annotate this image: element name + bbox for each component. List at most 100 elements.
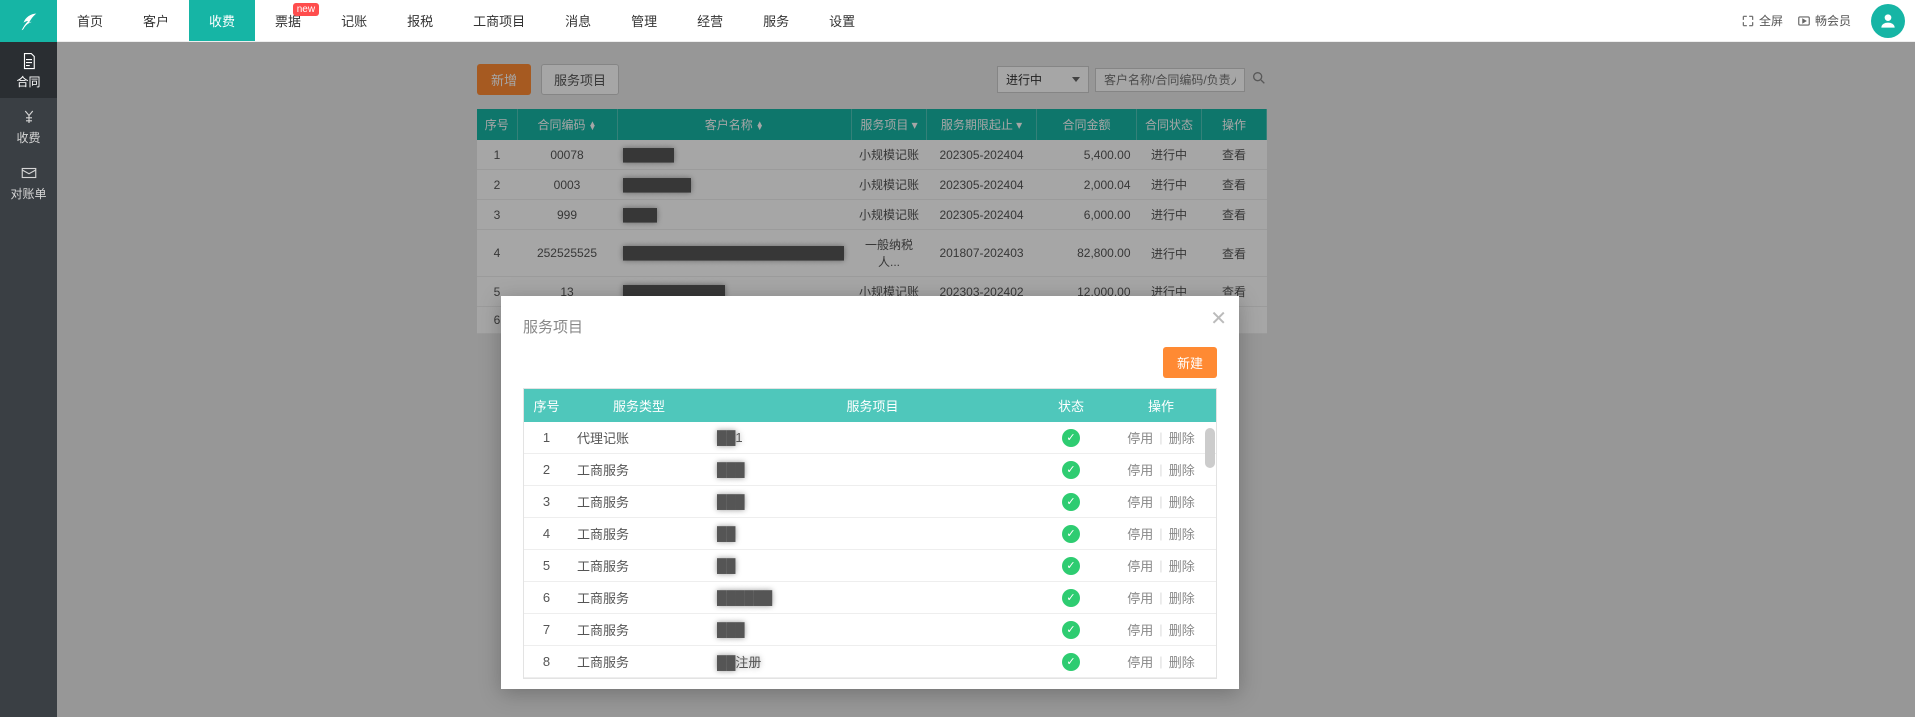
cell-op: 停用|删除 <box>1106 454 1216 486</box>
new-button[interactable]: 新建 <box>1163 347 1217 378</box>
cell-seq: 6 <box>524 582 569 614</box>
table-row: 2工商服务███✓停用|删除 <box>524 454 1216 486</box>
sidebar-item-charge[interactable]: 收费 <box>0 98 57 154</box>
disable-link[interactable]: 停用 <box>1127 620 1153 639</box>
scroll-thumb[interactable] <box>1205 428 1215 468</box>
close-icon[interactable]: ✕ <box>1210 306 1227 331</box>
cell-seq: 2 <box>524 454 569 486</box>
cell-type: 工商服务 <box>569 454 709 486</box>
cell-type: 工商服务 <box>569 582 709 614</box>
nav-label: 首页 <box>77 11 103 30</box>
delete-link[interactable]: 删除 <box>1169 556 1195 575</box>
nav-label: 收费 <box>209 11 235 30</box>
cell-seq: 8 <box>524 646 569 678</box>
nav-charge[interactable]: 收费 <box>189 0 255 41</box>
table-row: 6工商服务██████✓停用|删除 <box>524 582 1216 614</box>
cell-item: ██注册 <box>709 646 1036 678</box>
app-logo[interactable] <box>0 0 57 42</box>
sidebar-item-label: 合同 <box>16 73 40 90</box>
nav-manage[interactable]: 管理 <box>611 0 677 41</box>
cell-type: 工商服务 <box>569 614 709 646</box>
mcol-seq: 序号 <box>524 389 569 422</box>
cell-status: ✓ <box>1036 518 1106 550</box>
cell-seq: 5 <box>524 550 569 582</box>
nav-operate[interactable]: 经营 <box>677 0 743 41</box>
nav-label: 消息 <box>565 11 591 30</box>
cell-type: 工商服务 <box>569 486 709 518</box>
delete-link[interactable]: 删除 <box>1169 652 1195 671</box>
nav-label: 工商项目 <box>473 11 525 30</box>
nav-bookkeeping[interactable]: 记账 <box>321 0 387 41</box>
disable-link[interactable]: 停用 <box>1127 588 1153 607</box>
cell-status: ✓ <box>1036 582 1106 614</box>
nav-business[interactable]: 工商项目 <box>453 0 545 41</box>
sidebar-item-statement[interactable]: 对账单 <box>0 154 57 210</box>
nav-home[interactable]: 首页 <box>57 0 123 41</box>
table-row: 5工商服务██✓停用|删除 <box>524 550 1216 582</box>
nav-label: 客户 <box>143 11 169 30</box>
delete-link[interactable]: 删除 <box>1169 620 1195 639</box>
mcol-type: 服务类型 <box>569 389 709 422</box>
service-items-table: 序号 服务类型 服务项目 状态 操作 1代理记账██1✓停用|删除2工商服务██… <box>524 389 1216 678</box>
cell-op: 停用|删除 <box>1106 582 1216 614</box>
cell-item: ███ <box>709 614 1036 646</box>
cell-status: ✓ <box>1036 614 1106 646</box>
play-icon <box>1797 14 1811 28</box>
delete-link[interactable]: 删除 <box>1169 428 1195 447</box>
table-row: 7工商服务███✓停用|删除 <box>524 614 1216 646</box>
sidebar-item-contract[interactable]: 合同 <box>0 42 57 98</box>
disable-link[interactable]: 停用 <box>1127 492 1153 511</box>
cell-status: ✓ <box>1036 454 1106 486</box>
cell-op: 停用|删除 <box>1106 646 1216 678</box>
nav-label: 记账 <box>341 11 367 30</box>
user-avatar[interactable] <box>1871 4 1905 38</box>
nav-label: 报税 <box>407 11 433 30</box>
table-row: 8工商服务██注册✓停用|删除 <box>524 646 1216 678</box>
document-icon <box>20 52 38 70</box>
disable-link[interactable]: 停用 <box>1127 428 1153 447</box>
mcol-item: 服务项目 <box>709 389 1036 422</box>
cell-seq: 7 <box>524 614 569 646</box>
cell-op: 停用|删除 <box>1106 550 1216 582</box>
member-button[interactable]: 畅会员 <box>1797 12 1851 29</box>
user-icon <box>1878 11 1898 31</box>
cell-seq: 3 <box>524 486 569 518</box>
modal-scrollbar[interactable] <box>1205 428 1215 677</box>
nav-customer[interactable]: 客户 <box>123 0 189 41</box>
cell-seq: 1 <box>524 422 569 454</box>
modal-title: 服务项目 <box>501 296 1239 347</box>
check-icon: ✓ <box>1062 589 1080 607</box>
mail-icon <box>20 164 38 182</box>
cell-op: 停用|删除 <box>1106 422 1216 454</box>
disable-link[interactable]: 停用 <box>1127 460 1153 479</box>
delete-link[interactable]: 删除 <box>1169 492 1195 511</box>
disable-link[interactable]: 停用 <box>1127 652 1153 671</box>
cell-item: ██ <box>709 550 1036 582</box>
cell-status: ✓ <box>1036 486 1106 518</box>
cell-status: ✓ <box>1036 646 1106 678</box>
sidebar-item-label: 收费 <box>16 129 40 146</box>
sidebar-item-label: 对账单 <box>10 185 46 202</box>
member-label: 畅会员 <box>1815 12 1851 29</box>
delete-link[interactable]: 删除 <box>1169 588 1195 607</box>
top-nav: 首页 客户 收费 票据new 记账 报税 工商项目 消息 管理 经营 服务 设置… <box>0 0 1915 42</box>
check-icon: ✓ <box>1062 525 1080 543</box>
nav-service[interactable]: 服务 <box>743 0 809 41</box>
nav-message[interactable]: 消息 <box>545 0 611 41</box>
cell-status: ✓ <box>1036 550 1106 582</box>
nav-invoice[interactable]: 票据new <box>255 0 321 41</box>
cell-op: 停用|删除 <box>1106 614 1216 646</box>
disable-link[interactable]: 停用 <box>1127 524 1153 543</box>
fullscreen-button[interactable]: 全屏 <box>1741 12 1783 29</box>
check-icon: ✓ <box>1062 429 1080 447</box>
yen-icon <box>20 108 38 126</box>
nav-tax[interactable]: 报税 <box>387 0 453 41</box>
nav-settings[interactable]: 设置 <box>809 0 875 41</box>
feather-icon <box>18 10 40 32</box>
delete-link[interactable]: 删除 <box>1169 524 1195 543</box>
nav-label: 管理 <box>631 11 657 30</box>
cell-seq: 4 <box>524 518 569 550</box>
fullscreen-label: 全屏 <box>1759 12 1783 29</box>
delete-link[interactable]: 删除 <box>1169 460 1195 479</box>
disable-link[interactable]: 停用 <box>1127 556 1153 575</box>
